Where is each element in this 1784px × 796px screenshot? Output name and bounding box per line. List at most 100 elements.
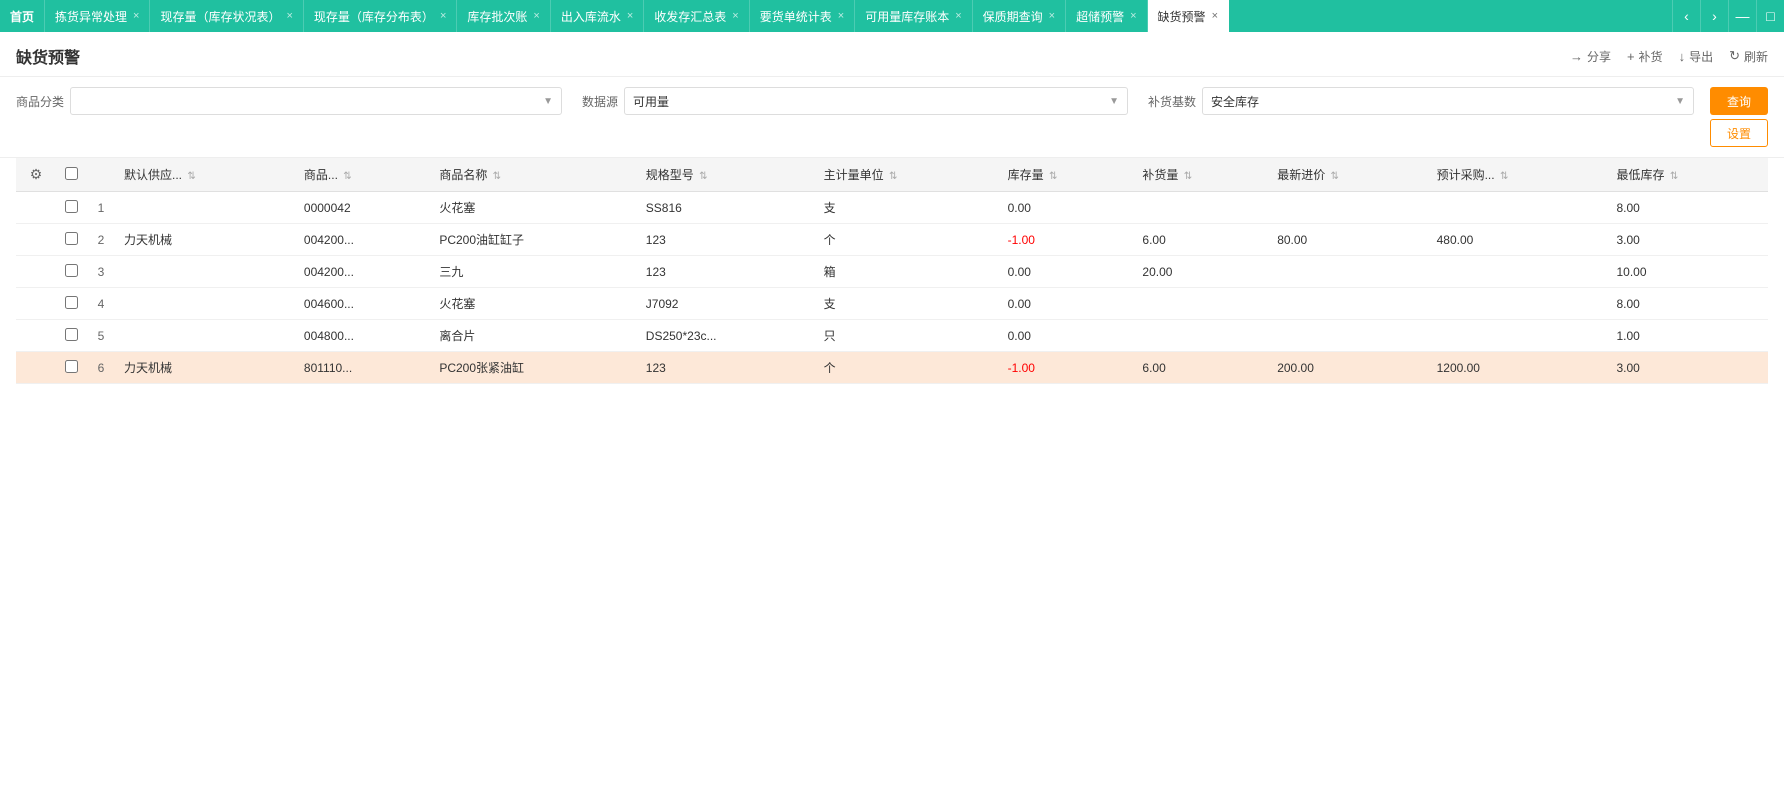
row-checkbox-input[interactable] <box>65 200 78 213</box>
export-button[interactable]: ↓ 导出 <box>1679 48 1714 65</box>
row-product-code: 004800... <box>296 320 431 352</box>
th-default-supplier[interactable]: 默认供应... ⇅ <box>116 158 296 192</box>
datasource-select[interactable]: 可用量 ▼ <box>624 87 1128 115</box>
th-product-code-label: 商品... <box>304 168 338 182</box>
replenish-base-label: 补货基数 <box>1148 93 1196 110</box>
tab-shortage-warn-close[interactable]: × <box>1212 10 1218 22</box>
row-checkbox-input[interactable] <box>65 264 78 277</box>
category-filter-label: 商品分类 <box>16 93 64 110</box>
tab-req-stats-close[interactable]: × <box>838 10 844 22</box>
sort-replenish-icon: ⇅ <box>1184 171 1192 182</box>
th-est-purchase-label: 预计采购... <box>1437 168 1495 182</box>
row-checkbox-cell[interactable] <box>56 352 86 384</box>
tab-exception-close[interactable]: × <box>133 10 139 22</box>
tab-shortage-warn-label: 缺货预警 <box>1158 8 1206 25</box>
tab-inout-flow-close[interactable]: × <box>627 10 633 22</box>
sort-unit-icon: ⇅ <box>889 171 897 182</box>
th-spec-label: 规格型号 <box>646 168 694 182</box>
row-min-stock: 8.00 <box>1609 288 1769 320</box>
tab-recv-summary[interactable]: 收发存汇总表 × <box>644 0 749 32</box>
datasource-filter-label: 数据源 <box>582 93 618 110</box>
th-replenish-qty[interactable]: 补货量 ⇅ <box>1134 158 1269 192</box>
row-gear-cell <box>16 288 56 320</box>
row-supplier <box>116 288 296 320</box>
replenish-icon: + <box>1627 49 1635 64</box>
tab-shortage-warn[interactable]: 缺货预警 × <box>1148 0 1229 32</box>
th-est-purchase[interactable]: 预计采购... ⇅ <box>1429 158 1609 192</box>
th-gear[interactable]: ⚙ <box>16 158 56 192</box>
th-checkbox[interactable] <box>56 158 86 192</box>
th-latest-price-label: 最新进价 <box>1277 168 1325 182</box>
row-checkbox-input[interactable] <box>65 360 78 373</box>
row-unit: 支 <box>816 288 1000 320</box>
select-all-checkbox[interactable] <box>65 167 78 180</box>
th-product-name-label: 商品名称 <box>439 168 487 182</box>
tab-stock-status-close[interactable]: × <box>286 10 292 22</box>
tab-exception[interactable]: 拣货异常处理 × <box>45 0 150 32</box>
tab-expiry-query[interactable]: 保质期查询 × <box>973 0 1066 32</box>
row-checkbox-cell[interactable] <box>56 192 86 224</box>
row-checkbox-input[interactable] <box>65 232 78 245</box>
tab-available-ledger[interactable]: 可用量库存账本 × <box>855 0 972 32</box>
row-supplier <box>116 256 296 288</box>
th-unit[interactable]: 主计量单位 ⇅ <box>816 158 1000 192</box>
row-unit: 箱 <box>816 256 1000 288</box>
row-gear-cell <box>16 256 56 288</box>
sort-min-stock-icon: ⇅ <box>1670 171 1678 182</box>
tab-maximize-button[interactable]: □ <box>1756 0 1784 32</box>
tab-overstock-warn[interactable]: 超储预警 × <box>1066 0 1147 32</box>
settings-button[interactable]: 设置 <box>1710 119 1768 147</box>
th-stock-qty[interactable]: 库存量 ⇅ <box>1000 158 1135 192</box>
tab-batch-account-label: 库存批次账 <box>467 8 527 25</box>
query-button[interactable]: 查询 <box>1710 87 1768 115</box>
replenish-base-select[interactable]: 安全库存 ▼ <box>1202 87 1694 115</box>
tab-prev-button[interactable]: ‹ <box>1672 0 1700 32</box>
tab-home[interactable]: 首页 <box>0 0 45 32</box>
tab-home-label: 首页 <box>10 8 34 25</box>
replenish-button[interactable]: + 补货 <box>1627 48 1663 65</box>
tab-minimize-button[interactable]: — <box>1728 0 1756 32</box>
row-checkbox-input[interactable] <box>65 296 78 309</box>
tab-batch-account[interactable]: 库存批次账 × <box>457 0 550 32</box>
tab-recv-summary-close[interactable]: × <box>732 10 738 22</box>
tab-inout-flow[interactable]: 出入库流水 × <box>551 0 644 32</box>
sort-est-purchase-icon: ⇅ <box>1500 171 1508 182</box>
tab-inout-flow-label: 出入库流水 <box>561 8 621 25</box>
tab-stock-status[interactable]: 现存量（库存状况表） × <box>150 0 303 32</box>
table-row: 4004600...火花塞J7092支0.008.00 <box>16 288 1768 320</box>
tab-req-stats[interactable]: 要货单统计表 × <box>750 0 855 32</box>
tab-batch-account-close[interactable]: × <box>533 10 539 22</box>
row-est-purchase: 480.00 <box>1429 224 1609 256</box>
th-product-code[interactable]: 商品... ⇅ <box>296 158 431 192</box>
row-spec: J7092 <box>638 288 816 320</box>
row-checkbox-cell[interactable] <box>56 224 86 256</box>
row-supplier: 力天机械 <box>116 224 296 256</box>
row-supplier <box>116 192 296 224</box>
row-spec: 123 <box>638 224 816 256</box>
th-latest-price[interactable]: 最新进价 ⇅ <box>1269 158 1428 192</box>
share-button[interactable]: → 分享 <box>1570 48 1611 65</box>
refresh-button[interactable]: ↻ 刷新 <box>1729 48 1768 65</box>
row-product-name: PC200油缸缸子 <box>431 224 637 256</box>
row-checkbox-cell[interactable] <box>56 320 86 352</box>
row-spec: 123 <box>638 352 816 384</box>
tab-next-button[interactable]: › <box>1700 0 1728 32</box>
th-spec[interactable]: 规格型号 ⇅ <box>638 158 816 192</box>
tab-req-stats-label: 要货单统计表 <box>760 8 832 25</box>
tab-stock-dist[interactable]: 现存量（库存分布表） × <box>304 0 457 32</box>
sort-supplier-icon: ⇅ <box>187 171 195 182</box>
tab-expiry-query-close[interactable]: × <box>1049 10 1055 22</box>
row-min-stock: 1.00 <box>1609 320 1769 352</box>
settings-gear-icon[interactable]: ⚙ <box>30 166 43 182</box>
filter-action-buttons: 查询 设置 <box>1710 87 1768 147</box>
row-checkbox-input[interactable] <box>65 328 78 341</box>
tab-overstock-warn-close[interactable]: × <box>1130 10 1136 22</box>
row-supplier: 力天机械 <box>116 352 296 384</box>
tab-stock-dist-close[interactable]: × <box>440 10 446 22</box>
category-select[interactable]: ▼ <box>70 87 562 115</box>
row-checkbox-cell[interactable] <box>56 256 86 288</box>
row-checkbox-cell[interactable] <box>56 288 86 320</box>
tab-available-ledger-close[interactable]: × <box>955 10 961 22</box>
th-min-stock[interactable]: 最低库存 ⇅ <box>1609 158 1769 192</box>
th-product-name[interactable]: 商品名称 ⇅ <box>431 158 637 192</box>
